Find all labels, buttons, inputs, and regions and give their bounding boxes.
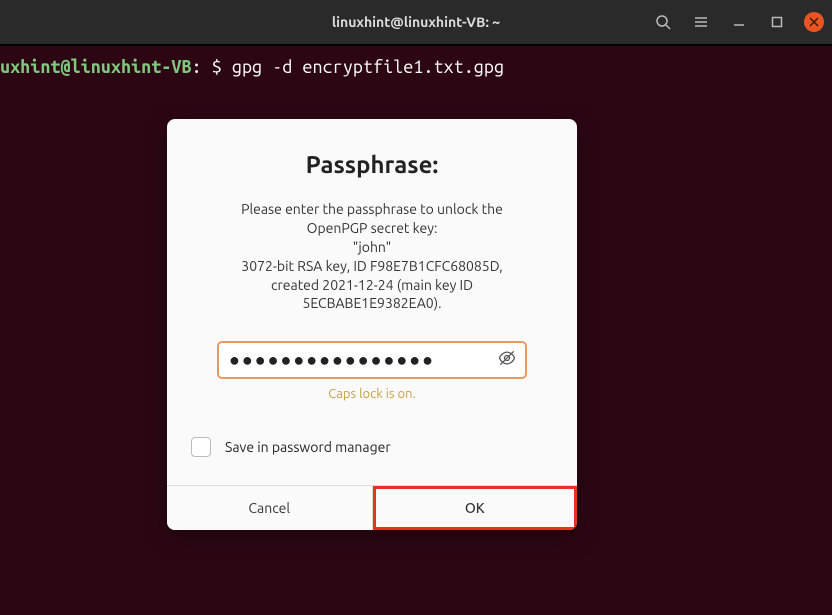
search-icon[interactable] (652, 11, 674, 33)
msg-line: 5ECBABE1E9382EA0). (302, 295, 441, 311)
passphrase-field-wrapper (217, 341, 527, 379)
menu-icon[interactable] (690, 11, 712, 33)
window-titlebar: linuxhint@linuxhint-VB: ~ (0, 0, 832, 46)
terminal-command: gpg -d encryptfile1.txt.gpg (232, 57, 504, 77)
window-title: linuxhint@linuxhint-VB: ~ (332, 14, 500, 30)
save-password-checkbox[interactable] (191, 437, 211, 457)
msg-line: Please enter the passphrase to unlock th… (241, 201, 503, 217)
prompt-user: uxhint@linuxhint-VB (0, 57, 192, 77)
dialog-body: Passphrase: Please enter the passphrase … (167, 119, 577, 485)
dialog-title: Passphrase: (191, 151, 553, 178)
save-password-label: Save in password manager (225, 439, 391, 455)
terminal-line: uxhint@linuxhint-VB: $ gpg -d encryptfil… (0, 56, 832, 79)
passphrase-input[interactable] (217, 341, 527, 379)
prompt-separator: : $ (192, 57, 222, 77)
dialog-message: Please enter the passphrase to unlock th… (191, 200, 553, 313)
visibility-toggle-icon[interactable] (497, 348, 517, 372)
minimize-button[interactable] (728, 11, 750, 33)
msg-line: "john" (353, 239, 392, 255)
msg-line: 3072-bit RSA key, ID F98E7B1CFC68085D, (241, 258, 502, 274)
msg-line: OpenPGP secret key: (307, 220, 438, 236)
msg-line: created 2021-12-24 (main key ID (271, 277, 473, 293)
passphrase-dialog: Passphrase: Please enter the passphrase … (167, 119, 577, 530)
save-password-row: Save in password manager (191, 437, 553, 457)
titlebar-controls (652, 11, 824, 33)
maximize-button[interactable] (766, 11, 788, 33)
dialog-buttons: Cancel OK (167, 485, 577, 530)
caps-lock-warning: Caps lock is on. (191, 387, 553, 401)
close-button[interactable] (804, 12, 824, 32)
ok-button[interactable]: OK (373, 486, 578, 530)
cancel-button[interactable]: Cancel (167, 486, 373, 530)
